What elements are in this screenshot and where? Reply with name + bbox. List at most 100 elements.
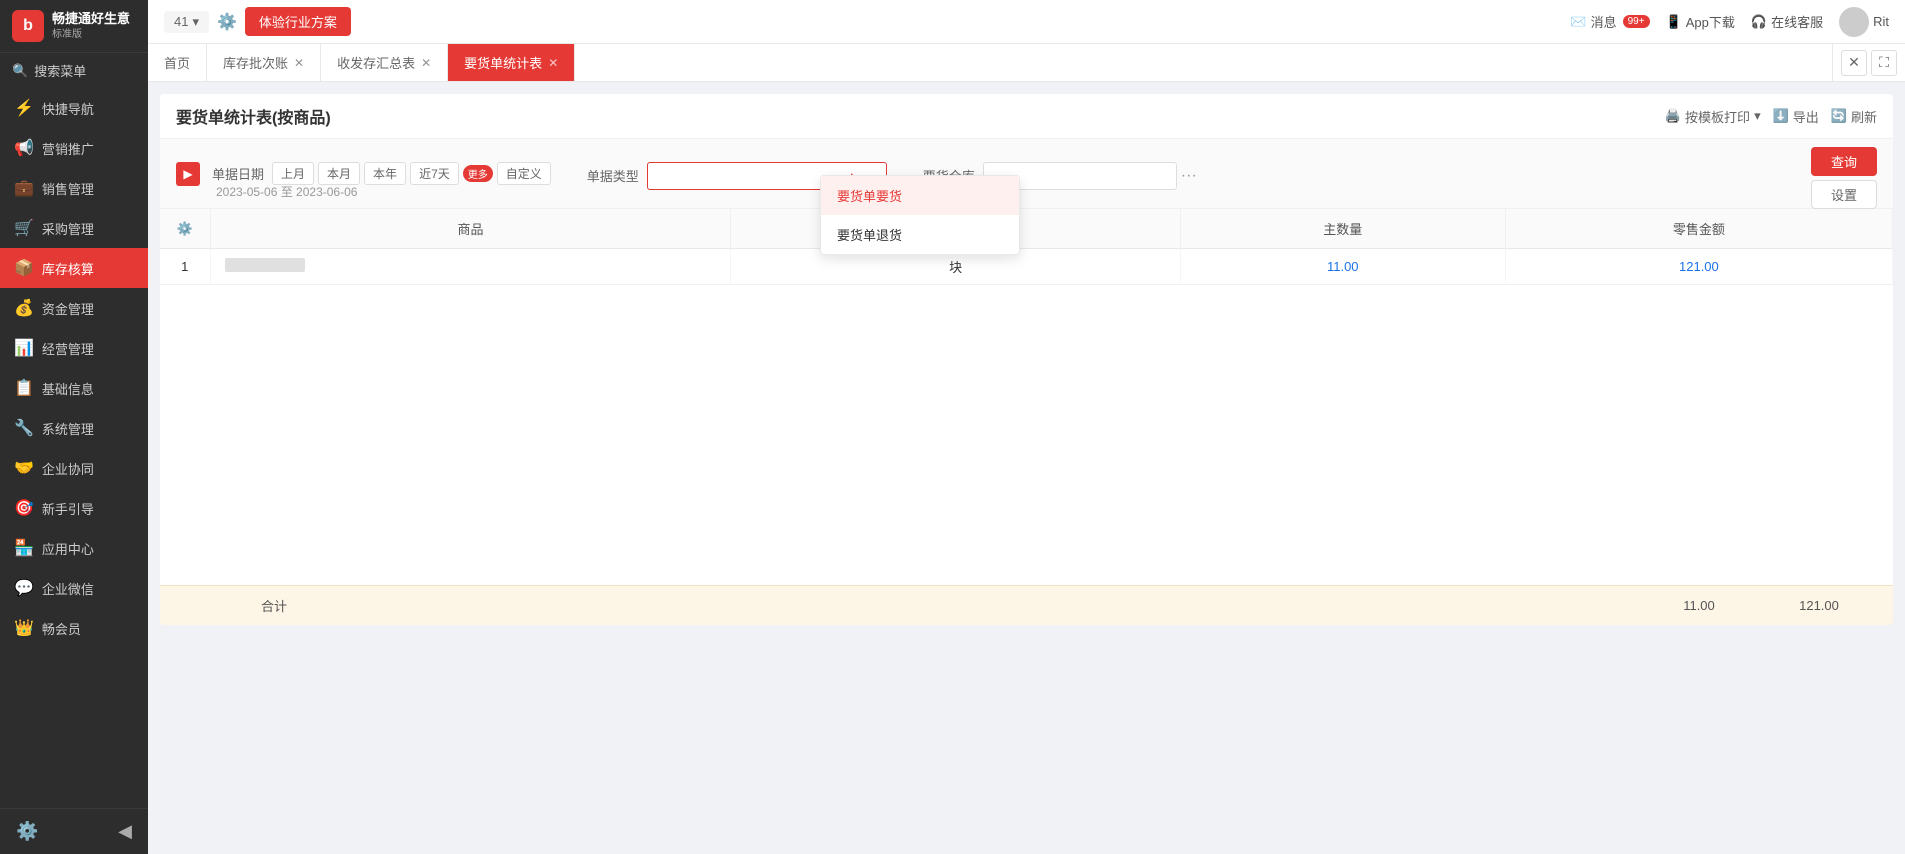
sidebar-item-appstore[interactable]: 🏪 应用中心 [0,528,148,568]
filter-settings-button[interactable]: 设置 [1811,180,1877,209]
sidebar-item-cooperation[interactable]: 🤝 企业协同 [0,448,148,488]
print-template-label: 按模板打印 [1685,107,1750,126]
sidebar-item-label: 资金管理 [42,299,94,318]
page-title: 要货单统计表(按商品) [176,104,331,128]
export-button[interactable]: ⬇️ 导出 [1773,107,1819,126]
goods-placeholder [225,258,305,272]
qty-link[interactable]: 11.00 [1327,259,1359,274]
app-download-label: App下载 [1686,12,1735,31]
tab-home-label: 首页 [164,53,190,72]
tab-inventory-batch-label: 库存批次账 [223,53,288,72]
cell-qty: 11.00 [1180,249,1505,285]
sidebar-item-inventory[interactable]: 📦 库存核算 [0,248,148,288]
date-custom-button[interactable]: 自定义 [497,162,551,185]
sidebar-item-sales[interactable]: 💼 销售管理 [0,168,148,208]
sidebar-item-wechat[interactable]: 💬 企业微信 [0,568,148,608]
tab-receivable[interactable]: 收发存汇总表 ✕ [321,44,448,81]
trial-button[interactable]: 体验行业方案 [245,7,351,36]
dropdown-item-order-goods[interactable]: 要货单要货 [821,176,1019,215]
table-settings-icon: ⚙️ [177,221,193,236]
date-btn-this-month[interactable]: 本月 [318,162,360,185]
type-label: 单据类型 [587,166,639,185]
printer-icon: 🖨️ [1665,108,1681,124]
cell-goods [210,249,731,285]
sidebar-bottom: ⚙️ ◀ [0,808,148,854]
amount-link[interactable]: 121.00 [1679,259,1719,274]
table-footer: 合计 11.00 121.00 [160,585,1893,625]
cell-index: 1 [160,249,210,285]
tab-order-stats-close[interactable]: ✕ [548,56,558,70]
tabs-extra: ✕ ⛶ [1832,44,1905,81]
date-btn-this-year[interactable]: 本年 [364,162,406,185]
sidebar-item-marketing[interactable]: 📢 营销推广 [0,128,148,168]
online-service-button[interactable]: 🎧 在线客服 [1751,12,1823,31]
sidebar-item-system[interactable]: 🔧 系统管理 [0,408,148,448]
expand-tabs-button[interactable]: ⛶ [1871,50,1897,76]
collapse-icon[interactable]: ◀ [118,821,132,842]
sidebar-item-label: 营销推广 [42,139,94,158]
user-avatar [1839,7,1869,37]
download-icon: 📱 [1666,14,1682,30]
page-panel: 要货单统计表(按商品) 🖨️ 按模板打印 ▾ ⬇️ 导出 🔄 刷新 [160,94,1893,625]
empty-area [160,285,1893,585]
date-more-badge[interactable]: 更多 [463,165,493,182]
tab-inventory-batch-close[interactable]: ✕ [294,56,304,70]
page-header: 要货单统计表(按商品) 🖨️ 按模板打印 ▾ ⬇️ 导出 🔄 刷新 [160,94,1893,139]
tab-receivable-close[interactable]: ✕ [421,56,431,70]
app-download-button[interactable]: 📱 App下载 [1666,12,1735,31]
sidebar-item-label: 畅会员 [42,619,81,638]
col-goods: 商品 [210,209,731,249]
messages-label: 消息 [1591,12,1617,31]
topbar-gear-icon[interactable]: ⚙️ [217,12,237,32]
main-area: 41 ▾ ⚙️ 体验行业方案 ✉️ 消息 99+ 📱 App下载 🎧 在线客服 [148,0,1905,854]
close-all-tabs-button[interactable]: ✕ [1841,50,1867,76]
online-service-label: 在线客服 [1771,12,1823,31]
col-settings[interactable]: ⚙️ [160,209,210,249]
member-icon: 👑 [14,618,34,638]
tab-order-stats-label: 要货单统计表 [464,53,542,72]
tab-inventory-batch[interactable]: 库存批次账 ✕ [207,44,321,81]
sidebar-item-operations[interactable]: 📊 经营管理 [0,328,148,368]
tab-home[interactable]: 首页 [148,44,207,81]
breadcrumb-selector[interactable]: 41 ▾ [164,11,209,33]
sidebar-item-label: 经营管理 [42,339,94,358]
refresh-button[interactable]: 🔄 刷新 [1831,107,1877,126]
sidebar-item-purchase[interactable]: 🛒 采购管理 [0,208,148,248]
system-icon: 🔧 [14,418,34,438]
top-bar-left: 41 ▾ ⚙️ 体验行业方案 [164,7,1558,36]
operations-icon: 📊 [14,338,34,358]
search-label: 搜索菜单 [34,61,86,80]
top-bar-right: ✉️ 消息 99+ 📱 App下载 🎧 在线客服 Rit [1570,7,1889,37]
sidebar-item-label: 采购管理 [42,219,94,238]
breadcrumb-num: 41 [174,14,188,29]
tab-receivable-label: 收发存汇总表 [337,53,415,72]
dropdown-item-order-return[interactable]: 要货单退货 [821,215,1019,254]
date-btn-last-7days[interactable]: 近7天 [410,162,459,185]
sidebar-item-quick-nav[interactable]: ⚡ 快捷导航 [0,88,148,128]
sidebar-item-basic[interactable]: 📋 基础信息 [0,368,148,408]
query-button[interactable]: 查询 [1811,147,1877,176]
search-menu[interactable]: 🔍 搜索菜单 [0,53,148,88]
tab-order-stats[interactable]: 要货单统计表 ✕ [448,44,575,81]
refresh-icon: 🔄 [1831,108,1847,124]
print-template-button[interactable]: 🖨️ 按模板打印 ▾ [1665,107,1761,126]
message-icon: ✉️ [1570,14,1586,30]
sidebar-item-finance[interactable]: 💰 资金管理 [0,288,148,328]
user-avatar-button[interactable]: Rit [1839,7,1889,37]
date-btn-last-month[interactable]: 上月 [272,162,314,185]
col-qty: 主数量 [1180,209,1505,249]
type-dropdown: 要货单要货 要货单退货 [820,175,1020,255]
messages-button[interactable]: ✉️ 消息 99+ [1570,12,1649,31]
settings-icon[interactable]: ⚙️ [16,821,38,842]
sidebar-item-guide[interactable]: 🎯 新手引导 [0,488,148,528]
table-row: 1 块 11.00 121.00 [160,249,1893,285]
cooperation-icon: 🤝 [14,458,34,478]
warehouse-more-icon[interactable]: ··· [1181,167,1197,185]
sidebar-item-member[interactable]: 👑 畅会员 [0,608,148,648]
sidebar-nav: ⚡ 快捷导航 📢 营销推广 💼 销售管理 🛒 采购管理 📦 库存核算 💰 资金管… [0,88,148,808]
filter-action-buttons: 查询 设置 [1811,147,1877,209]
sidebar-item-label: 销售管理 [42,179,94,198]
date-label: 单据日期 [212,164,264,183]
filter-expand-button[interactable]: ▶ [176,162,200,186]
sales-icon: 💼 [14,178,34,198]
